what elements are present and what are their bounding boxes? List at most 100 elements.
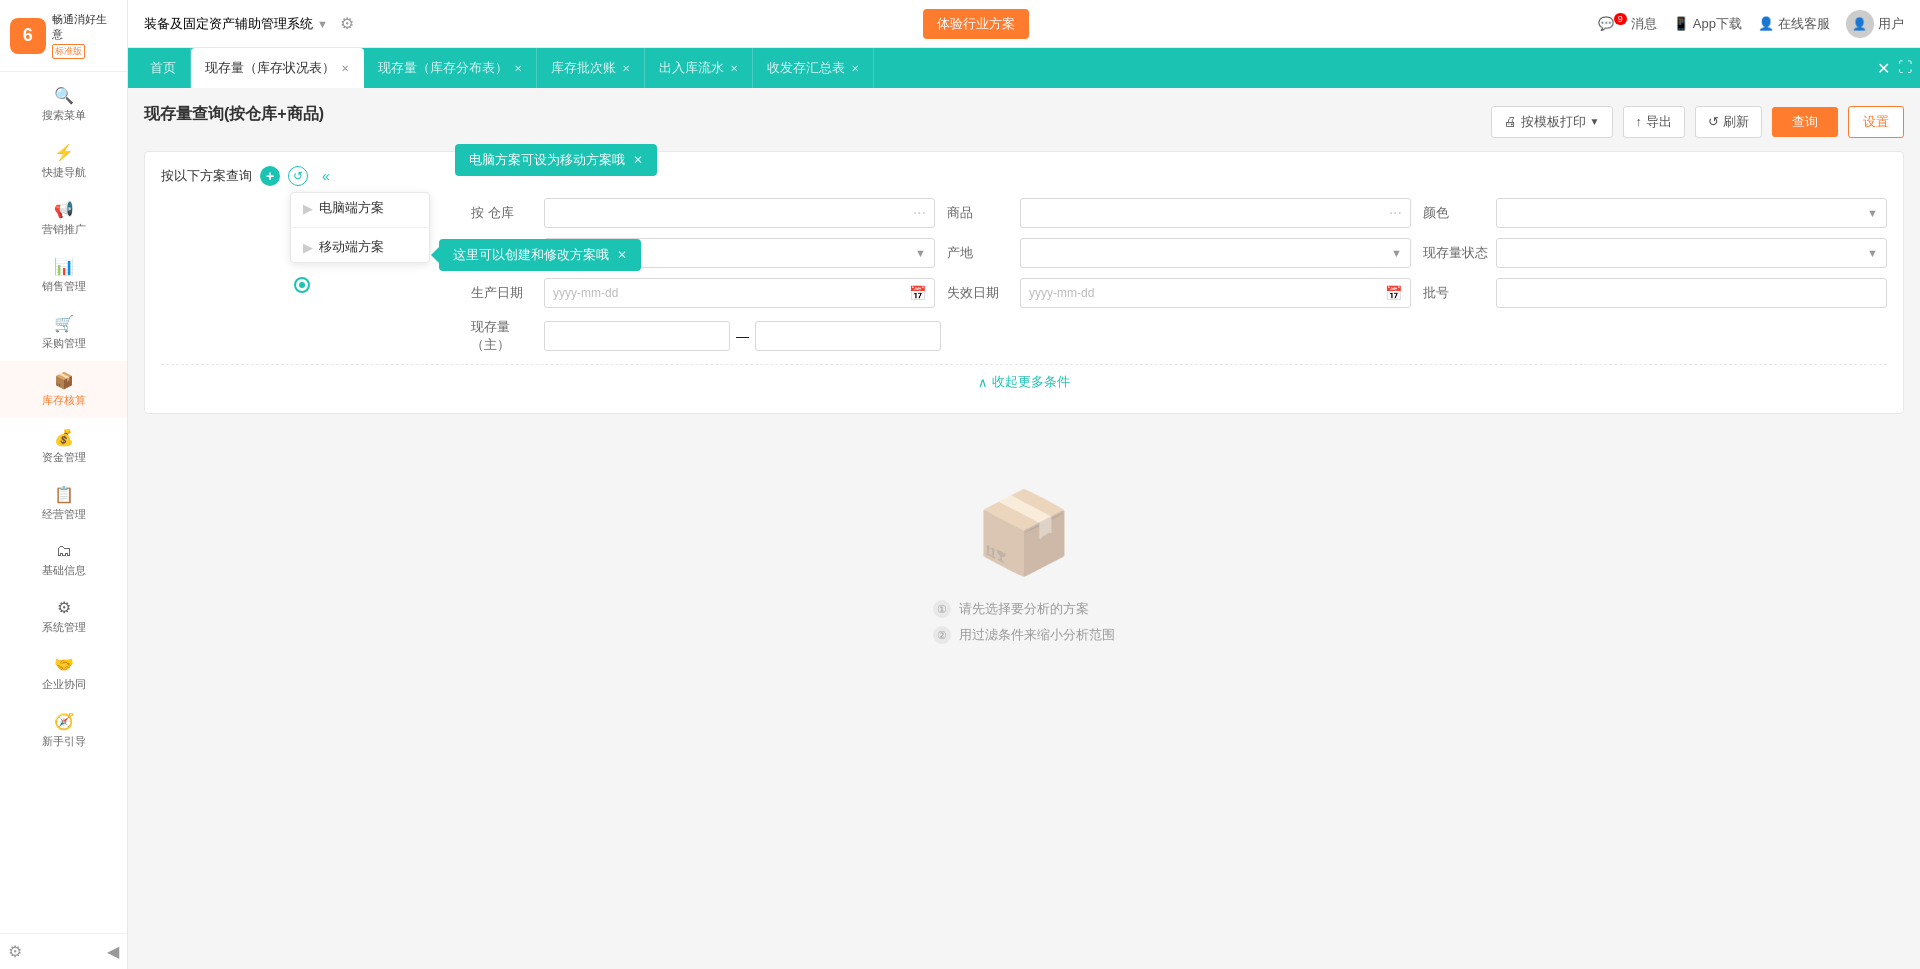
filter-row-2: 尺码 ▼ 产地 ▼ 现存量状态	[471, 238, 1887, 268]
tab-maximize[interactable]: ⛶	[1898, 59, 1912, 78]
logo-icon: 6	[10, 18, 46, 54]
tab-batch-ledger[interactable]: 库存批次账 ✕	[537, 48, 645, 88]
filter-back-btn[interactable]: «	[316, 166, 336, 186]
export-icon: ↑	[1636, 114, 1643, 129]
online-support-label: 在线客服	[1778, 15, 1830, 33]
setting-query-btn[interactable]: 设置	[1848, 106, 1904, 138]
guide-icon: 🧭	[54, 712, 74, 731]
filter-goods: 商品 ···	[947, 198, 1411, 228]
sidebar-item-system[interactable]: ⚙ 系统管理	[0, 588, 127, 645]
tab-in-out-flow[interactable]: 出入库流水 ✕	[645, 48, 753, 88]
industry-btn[interactable]: 体验行业方案	[923, 9, 1029, 39]
tab-close-all[interactable]: ✕	[1877, 59, 1890, 78]
collapse-btn[interactable]: ∧ 收起更多条件	[161, 364, 1887, 399]
tab-in-out-flow-label: 出入库流水	[659, 59, 724, 77]
tooltip-pc-text: 电脑方案可设为移动方案哦	[469, 151, 625, 169]
tab-home-label: 首页	[150, 59, 176, 77]
system-name-dropdown[interactable]: 装备及固定资产辅助管理系统 ▼	[144, 15, 328, 33]
empty-steps: ① 请先选择要分析的方案 ② 用过滤条件来缩小分析范围	[933, 600, 1115, 652]
color-select[interactable]: ▼	[1496, 198, 1887, 228]
online-support-group[interactable]: 👤 在线客服	[1758, 15, 1830, 33]
warehouse-select[interactable]: ···	[544, 198, 935, 228]
tab-inventory-dist[interactable]: 现存量（库存分布表） ✕	[364, 48, 537, 88]
user-avatar: 👤	[1846, 10, 1874, 38]
mfg-date-input[interactable]: yyyy-mm-dd 📅	[544, 278, 935, 308]
filter-row-1: 按 仓库 ··· 商品 ··· 颜色	[471, 198, 1887, 228]
tooltip-edit-text: 这里可以创建和修改方案哦	[453, 246, 609, 264]
mfg-date-calendar-icon[interactable]: 📅	[909, 285, 926, 301]
filter-refresh-btn[interactable]: ↺	[288, 166, 308, 186]
sidebar-item-collab[interactable]: 🤝 企业协同	[0, 645, 127, 702]
sidebar-item-purchase[interactable]: 🛒 采购管理	[0, 304, 127, 361]
refresh-btn[interactable]: ↺ 刷新	[1695, 106, 1762, 138]
tab-inventory-status[interactable]: 现存量（库存状况表） ✕	[191, 48, 364, 88]
sidebar-item-basic[interactable]: 🗂 基础信息	[0, 532, 127, 588]
sidebar-item-finance[interactable]: 💰 资金管理	[0, 418, 127, 475]
tab-inventory-status-close[interactable]: ✕	[341, 63, 349, 74]
stock-qty-min-input[interactable]	[544, 321, 730, 351]
sidebar-item-marketing[interactable]: 📢 营销推广	[0, 190, 127, 247]
logo-text: 畅通消好生意 标准版	[52, 12, 117, 59]
filter-stock-qty: 现存量（主） —	[471, 318, 930, 354]
scheme-item-mobile-arrow: ▶	[303, 240, 313, 255]
batch-input[interactable]	[1496, 278, 1887, 308]
exp-date-label: 失效日期	[947, 284, 1012, 302]
tab-batch-ledger-close[interactable]: ✕	[622, 63, 630, 74]
filter-color: 颜色 ▼	[1423, 198, 1887, 228]
filter-add-btn[interactable]: +	[260, 166, 280, 186]
empty-step-1: ① 请先选择要分析的方案	[933, 600, 1115, 618]
main-area: 装备及固定资产辅助管理系统 ▼ ⚙ 体验行业方案 💬 9 消息 📱 App下载 …	[128, 0, 1920, 969]
app-download-group[interactable]: 📱 App下载	[1673, 15, 1742, 33]
empty-state: 📦 ① 请先选择要分析的方案 ② 用过滤条件来缩小分析范围	[144, 426, 1904, 712]
tab-recv-summary-label: 收发存汇总表	[767, 59, 845, 77]
export-btn[interactable]: ↑ 导出	[1623, 106, 1686, 138]
stock-qty-max-input[interactable]	[755, 321, 941, 351]
tooltip-edit-close[interactable]: ✕	[617, 248, 627, 262]
sidebar-item-sales[interactable]: 📊 销售管理	[0, 247, 127, 304]
filter-batch: 批号	[1423, 278, 1887, 308]
purchase-icon: 🛒	[54, 314, 74, 333]
tab-batch-ledger-label: 库存批次账	[551, 59, 616, 77]
sidebar-nav: 🔍 搜索菜单 ⚡ 快捷导航 📢 营销推广 📊 销售管理 🛒 采购管理 📦 库存核…	[0, 72, 127, 933]
sidebar-item-operations[interactable]: 📋 经营管理	[0, 475, 127, 532]
size-chevron: ▼	[915, 247, 926, 259]
search-query-btn[interactable]: 查询	[1772, 107, 1838, 137]
tab-inventory-dist-label: 现存量（库存分布表）	[378, 59, 508, 77]
sidebar: 6 畅通消好生意 标准版 🔍 搜索菜单 ⚡ 快捷导航 📢 营销推广 📊 销售管理…	[0, 0, 128, 969]
scheme-item-pc-arrow: ▶	[303, 201, 313, 216]
sidebar-item-quicknav[interactable]: ⚡ 快捷导航	[0, 133, 127, 190]
tab-recv-summary[interactable]: 收发存汇总表 ✕	[753, 48, 874, 88]
content-area: 现存量查询(按仓库+商品) 🖨 按模板打印 ▼ ↑ 导出 ↺ 刷新 查询 设置	[128, 88, 1920, 969]
user-group[interactable]: 👤 用户	[1846, 10, 1904, 38]
message-group[interactable]: 💬 9 消息	[1598, 15, 1657, 33]
mfg-date-placeholder: yyyy-mm-dd	[553, 286, 618, 300]
connector-dot-1	[296, 279, 308, 291]
header-settings-icon[interactable]: ⚙	[340, 14, 354, 33]
stock-qty-label: 现存量（主）	[471, 318, 536, 354]
tooltip-edit-scheme: 这里可以创建和修改方案哦 ✕	[439, 239, 641, 271]
sidebar-item-inventory[interactable]: 📦 库存核算	[0, 361, 127, 418]
stock-status-select[interactable]: ▼	[1496, 238, 1887, 268]
tab-in-out-flow-close[interactable]: ✕	[730, 63, 738, 74]
sidebar-settings-icon[interactable]: ⚙	[8, 942, 22, 961]
finance-icon: 💰	[54, 428, 74, 447]
origin-select[interactable]: ▼	[1020, 238, 1411, 268]
sidebar-item-search[interactable]: 🔍 搜索菜单	[0, 76, 127, 133]
goods-select[interactable]: ···	[1020, 198, 1411, 228]
scheme-item-pc[interactable]: ▶ 电脑端方案	[291, 193, 429, 223]
exp-date-calendar-icon[interactable]: 📅	[1385, 285, 1402, 301]
step-num-1: ①	[933, 600, 951, 618]
tab-recv-summary-close[interactable]: ✕	[851, 63, 859, 74]
tooltip-pc-close[interactable]: ✕	[633, 153, 643, 167]
scheme-item-mobile[interactable]: ▶ 移动端方案	[291, 232, 429, 262]
print-btn[interactable]: 🖨 按模板打印 ▼	[1491, 106, 1613, 138]
tab-inventory-status-label: 现存量（库存状况表）	[205, 59, 335, 77]
tab-inventory-dist-close[interactable]: ✕	[514, 63, 522, 74]
filter-origin: 产地 ▼	[947, 238, 1411, 268]
tab-home[interactable]: 首页	[136, 48, 191, 88]
tab-bar: 首页 现存量（库存状况表） ✕ 现存量（库存分布表） ✕ 库存批次账 ✕ 出入库…	[128, 48, 1920, 88]
message-icon: 💬	[1598, 16, 1614, 31]
sidebar-item-guide[interactable]: 🧭 新手引导	[0, 702, 127, 759]
exp-date-input[interactable]: yyyy-mm-dd 📅	[1020, 278, 1411, 308]
sidebar-collapse-icon[interactable]: ◀	[107, 942, 119, 961]
